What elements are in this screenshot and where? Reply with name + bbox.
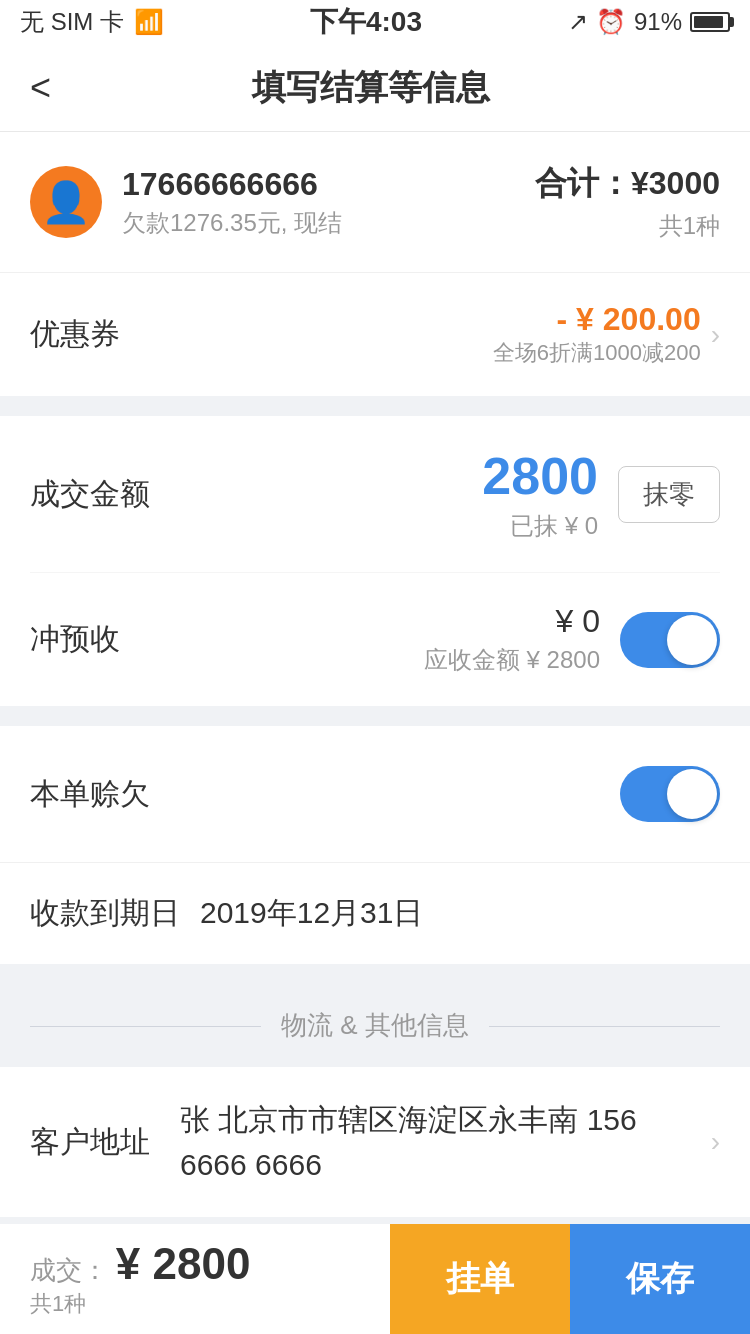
prepay-label: 冲预收 [30,619,120,660]
customer-phone: 17666666666 [122,166,342,203]
sim-label: 无 SIM 卡 [20,6,124,38]
logistics-divider: 物流 & 其他信息 [0,984,750,1067]
credit-toggle-thumb [667,769,717,819]
battery-percent: 91% [634,8,682,36]
logistics-label: 物流 & 其他信息 [261,1008,489,1043]
chevron-right-icon: › [711,319,720,351]
due-date-row: 收款到期日 2019年12月31日 [0,862,750,964]
deal-amount-value: 2800 [482,446,598,506]
prepay-value-block: ¥ 0 应收金额 ¥ 2800 [424,603,600,676]
coupon-row[interactable]: 优惠券 - ¥ 200.00 全场6折满1000减200 › [0,272,750,396]
customer-debt: 欠款1276.35元, 现结 [122,207,342,239]
amount-value-block: 2800 已抹 ¥ 0 [482,446,598,542]
address-label: 客户地址 [30,1122,150,1163]
toggle-thumb [667,615,717,665]
coupon-right: - ¥ 200.00 全场6折满1000减200 › [493,301,720,368]
total-amount: 合计：¥3000 [535,162,720,206]
coupon-label: 优惠券 [30,314,120,355]
battery-icon [690,12,730,32]
prepay-due: 应收金额 ¥ 2800 [424,644,600,676]
avatar-icon: 👤 [41,179,91,226]
total-count: 共1种 [535,210,720,242]
amount-section: 成交金额 2800 已抹 ¥ 0 抹零 冲预收 ¥ 0 应收金额 ¥ 2800 [0,416,750,706]
round-off-button[interactable]: 抹零 [618,466,720,523]
address-value: 张 北京市市辖区海淀区永丰南 156 6666 6666 [180,1097,711,1187]
alarm-icon: ⏰ [596,8,626,36]
divider-1 [0,396,750,416]
credit-toggle[interactable] [620,766,720,822]
address-chevron-icon: › [711,1126,720,1158]
due-date-value: 2019年12月31日 [200,893,423,934]
deal-amount-sub: 已抹 ¥ 0 [482,510,598,542]
status-bar: 无 SIM 卡 📶 下午4:03 ↗ ⏰ 91% [0,0,750,44]
address-row[interactable]: 客户地址 张 北京市市辖区海淀区永丰南 156 6666 6666 › [0,1067,750,1217]
prepay-row: 冲预收 ¥ 0 应收金额 ¥ 2800 [30,573,720,706]
bottom-bar: 成交： ¥ 2800 共1种 挂单 保存 [0,1224,750,1334]
total-label: 合计： [535,165,631,201]
back-button[interactable]: < [30,57,71,119]
coupon-value-block: - ¥ 200.00 全场6折满1000减200 [493,301,701,368]
avatar: 👤 [30,166,102,238]
coupon-desc: 全场6折满1000减200 [493,338,701,368]
wifi-icon: 📶 [134,8,164,36]
credit-row: 本单赊欠 [0,726,750,862]
bottom-info: 成交： ¥ 2800 共1种 [0,1239,390,1319]
deal-amount-row: 成交金额 2800 已抹 ¥ 0 抹零 [30,416,720,573]
hold-button[interactable]: 挂单 [390,1224,570,1334]
amount-right: 2800 已抹 ¥ 0 抹零 [482,446,720,542]
divider-3 [0,964,750,984]
bottom-count: 共1种 [30,1289,360,1319]
prepay-toggle[interactable] [620,612,720,668]
bottom-deal-label: 成交： [30,1255,108,1285]
bottom-deal-amount: ¥ 2800 [116,1239,251,1288]
status-left: 无 SIM 卡 📶 [20,6,164,38]
prepay-right: ¥ 0 应收金额 ¥ 2800 [424,603,720,676]
save-button[interactable]: 保存 [570,1224,750,1334]
location-icon: ↗ [568,8,588,36]
deal-amount-label: 成交金额 [30,474,150,515]
page-title: 填写结算等信息 [71,65,670,111]
status-time: 下午4:03 [310,3,422,41]
main-content: 👤 17666666666 欠款1276.35元, 现结 合计：¥3000 共1… [0,132,750,1334]
coupon-discount: - ¥ 200.00 [493,301,701,338]
customer-left: 👤 17666666666 欠款1276.35元, 现结 [30,166,342,239]
nav-bar: < 填写结算等信息 [0,44,750,132]
customer-right: 合计：¥3000 共1种 [535,162,720,242]
bottom-deal-row: 成交： ¥ 2800 [30,1239,360,1289]
status-right: ↗ ⏰ 91% [568,8,730,36]
prepay-amount: ¥ 0 [424,603,600,640]
customer-card: 👤 17666666666 欠款1276.35元, 现结 合计：¥3000 共1… [0,132,750,272]
total-value: ¥3000 [631,165,720,201]
divider-2 [0,706,750,726]
credit-label: 本单赊欠 [30,774,150,815]
due-date-label: 收款到期日 [30,893,180,934]
customer-info: 17666666666 欠款1276.35元, 现结 [122,166,342,239]
